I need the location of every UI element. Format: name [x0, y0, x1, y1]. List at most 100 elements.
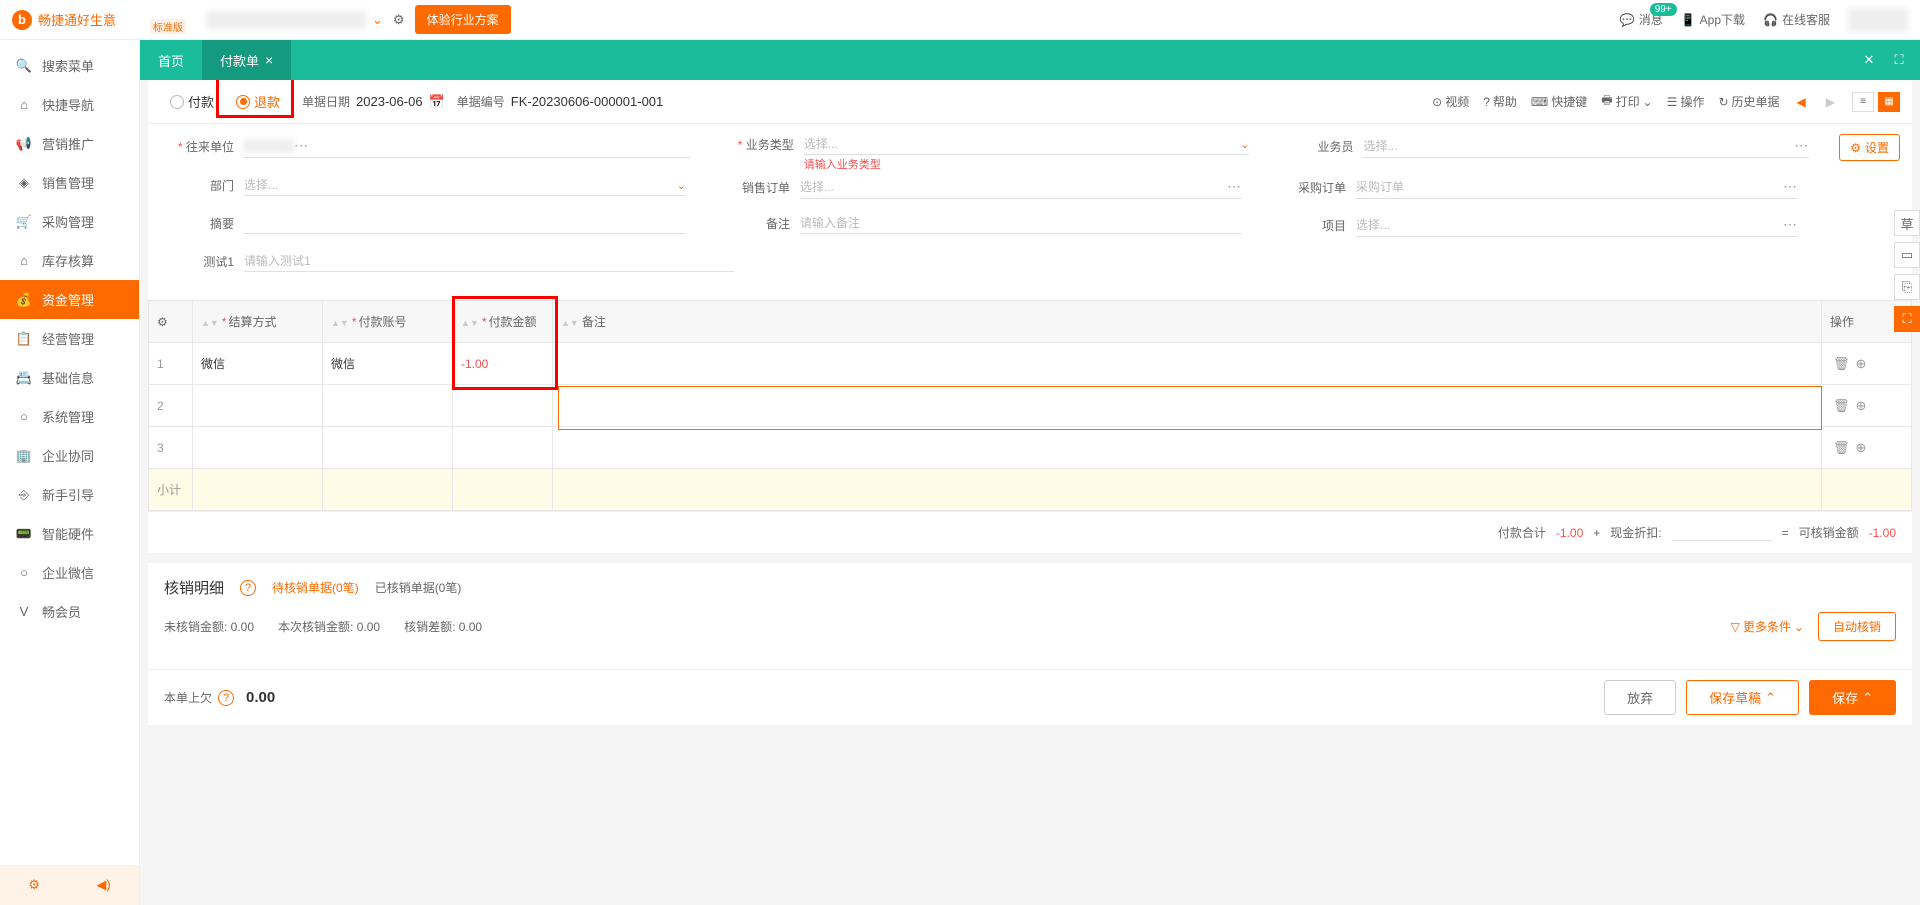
purchase-order-input[interactable]: ⋯ — [1356, 175, 1798, 199]
project-input[interactable]: ⋯ — [1356, 213, 1798, 237]
prev-button[interactable]: ◀ — [1794, 95, 1809, 109]
print-button[interactable]: 🖶打印⌄ — [1601, 91, 1652, 112]
hotkey-button[interactable]: ⌨快捷键 — [1531, 93, 1587, 110]
calendar-icon[interactable]: 📅 — [429, 94, 445, 110]
sidebar-item[interactable]: ⎆新手引导 — [0, 475, 139, 514]
amount-column[interactable]: ▲▼付款金额 — [453, 301, 553, 343]
float-expand-icon[interactable]: ⛶ — [1894, 306, 1920, 332]
test1-input[interactable] — [244, 251, 734, 272]
tab-home[interactable]: 首页 — [140, 40, 202, 80]
sidebar-item[interactable]: 🏢企业协同 — [0, 436, 139, 475]
radio-pay[interactable]: 付款 — [160, 88, 224, 115]
sidebar-item[interactable]: 📟智能硬件 — [0, 514, 139, 553]
dept-field[interactable] — [244, 178, 677, 192]
writeoff-tab-done[interactable]: 已核销单据(0笔) — [375, 579, 462, 596]
cell-amount[interactable]: -1.00 — [453, 343, 553, 385]
project-field[interactable] — [1356, 218, 1783, 232]
shop-selector[interactable]: ⌄ — [206, 11, 383, 29]
remark-input[interactable] — [800, 213, 1242, 234]
add-icon[interactable]: ⊕ — [1856, 398, 1867, 413]
delete-icon[interactable]: 🗑 — [1833, 440, 1850, 455]
float-attach-icon[interactable]: ⎘ — [1894, 274, 1920, 300]
ellipsis-icon[interactable]: ⋯ — [294, 137, 309, 154]
method-column[interactable]: ▲▼结算方式 — [193, 301, 323, 343]
more-conditions-button[interactable]: ▽更多条件⌄ — [1731, 618, 1804, 635]
sidebar-item[interactable]: V畅会员 — [0, 592, 139, 631]
correspondent-input[interactable]: ⋯ — [244, 134, 690, 158]
table-row[interactable]: 1微信微信-1.00🗑⊕ — [149, 343, 1912, 385]
biz-type-field[interactable] — [804, 137, 1241, 151]
table-row[interactable]: 3🗑⊕ — [149, 427, 1912, 469]
user-avatar[interactable] — [1848, 8, 1908, 32]
trial-button[interactable]: 体验行业方案 — [415, 5, 511, 34]
add-icon[interactable]: ⊕ — [1856, 356, 1867, 371]
video-button[interactable]: ⊙视频 — [1432, 93, 1469, 110]
cell-remark[interactable] — [553, 385, 1822, 427]
app-download-button[interactable]: 📱 App下载 — [1681, 11, 1745, 28]
gear-column[interactable]: ⚙ — [149, 301, 193, 343]
table-row[interactable]: 2🗑⊕ — [149, 385, 1912, 427]
close-all-icon[interactable]: ✕ — [1856, 47, 1882, 73]
float-draft-icon[interactable]: 草 — [1894, 210, 1920, 236]
clerk-input[interactable]: ⋯ — [1363, 134, 1809, 158]
cell-account[interactable] — [323, 385, 453, 427]
radio-refund[interactable]: 退款 — [226, 88, 290, 115]
cell-method[interactable]: 微信 — [193, 343, 323, 385]
delete-icon[interactable]: 🗑 — [1833, 398, 1850, 413]
account-column[interactable]: ▲▼付款账号 — [323, 301, 453, 343]
sidebar-item[interactable]: 📢营销推广 — [0, 124, 139, 163]
sidebar-item[interactable]: ◈销售管理 — [0, 163, 139, 202]
cell-method[interactable] — [193, 427, 323, 469]
save-draft-button[interactable]: 保存草稿⌃ — [1686, 680, 1799, 715]
clerk-field[interactable] — [1363, 139, 1794, 153]
delete-icon[interactable]: 🗑 — [1833, 356, 1850, 371]
biz-type-input[interactable]: ⌄ 请输入业务类型 — [804, 134, 1250, 155]
ellipsis-icon[interactable]: ⋯ — [1794, 137, 1809, 154]
help-icon[interactable]: ? — [240, 580, 256, 596]
remark-column[interactable]: ▲▼备注 — [553, 301, 1822, 343]
auto-writeoff-button[interactable]: 自动核销 — [1818, 612, 1896, 641]
remark-field[interactable] — [800, 216, 1242, 230]
ellipsis-icon[interactable]: ⋯ — [1783, 178, 1798, 195]
sidebar-item[interactable]: 💰资金管理 — [0, 280, 139, 319]
test1-field[interactable] — [244, 254, 734, 268]
summary-field[interactable] — [244, 216, 686, 230]
summary-input[interactable] — [244, 213, 686, 234]
help-icon[interactable]: ? — [218, 690, 234, 706]
date-value[interactable]: 2023-06-06 — [356, 94, 423, 109]
cell-account[interactable]: 微信 — [323, 343, 453, 385]
sidebar-item[interactable]: 🛒采购管理 — [0, 202, 139, 241]
tab-payment[interactable]: 付款单 × — [202, 40, 291, 80]
cell-amount[interactable] — [453, 385, 553, 427]
float-box-icon[interactable]: ▭ — [1894, 242, 1920, 268]
settings-icon[interactable]: ⚙ — [28, 877, 40, 893]
cash-discount-input[interactable] — [1672, 525, 1772, 541]
operate-button[interactable]: ☰操作 — [1667, 93, 1705, 110]
history-button[interactable]: ↻历史单据 — [1718, 93, 1779, 110]
next-button[interactable]: ▶ — [1823, 95, 1838, 109]
settings-button[interactable]: ⚙设置 — [1839, 134, 1900, 161]
ellipsis-icon[interactable]: ⋯ — [1783, 216, 1798, 233]
collapse-icon[interactable]: ◀) — [96, 877, 110, 893]
message-button[interactable]: 💬 消息 99+ — [1620, 11, 1663, 28]
cell-amount[interactable] — [453, 427, 553, 469]
sidebar-item[interactable]: 📇基础信息 — [0, 358, 139, 397]
dept-input[interactable]: ⌄ — [244, 175, 686, 196]
save-button[interactable]: 保存⌃ — [1809, 680, 1896, 715]
sidebar-item[interactable]: ○系统管理 — [0, 397, 139, 436]
cell-remark[interactable] — [553, 343, 1822, 385]
cell-remark[interactable] — [553, 427, 1822, 469]
sales-order-input[interactable]: ⋯ — [800, 175, 1242, 199]
fullscreen-icon[interactable]: ⛶ — [1886, 47, 1912, 73]
sidebar-item[interactable]: 🔍搜索菜单 — [0, 46, 139, 85]
close-icon[interactable]: × — [265, 52, 273, 68]
cell-method[interactable] — [193, 385, 323, 427]
sales-order-field[interactable] — [800, 180, 1227, 194]
sidebar-item[interactable]: 📋经营管理 — [0, 319, 139, 358]
abandon-button[interactable]: 放弃 — [1604, 680, 1676, 715]
cell-account[interactable] — [323, 427, 453, 469]
view-grid-button[interactable]: ▦ — [1878, 92, 1900, 112]
sidebar-item[interactable]: ○企业微信 — [0, 553, 139, 592]
gear-icon[interactable]: ⚙ — [393, 12, 405, 28]
sidebar-item[interactable]: ⌂库存核算 — [0, 241, 139, 280]
